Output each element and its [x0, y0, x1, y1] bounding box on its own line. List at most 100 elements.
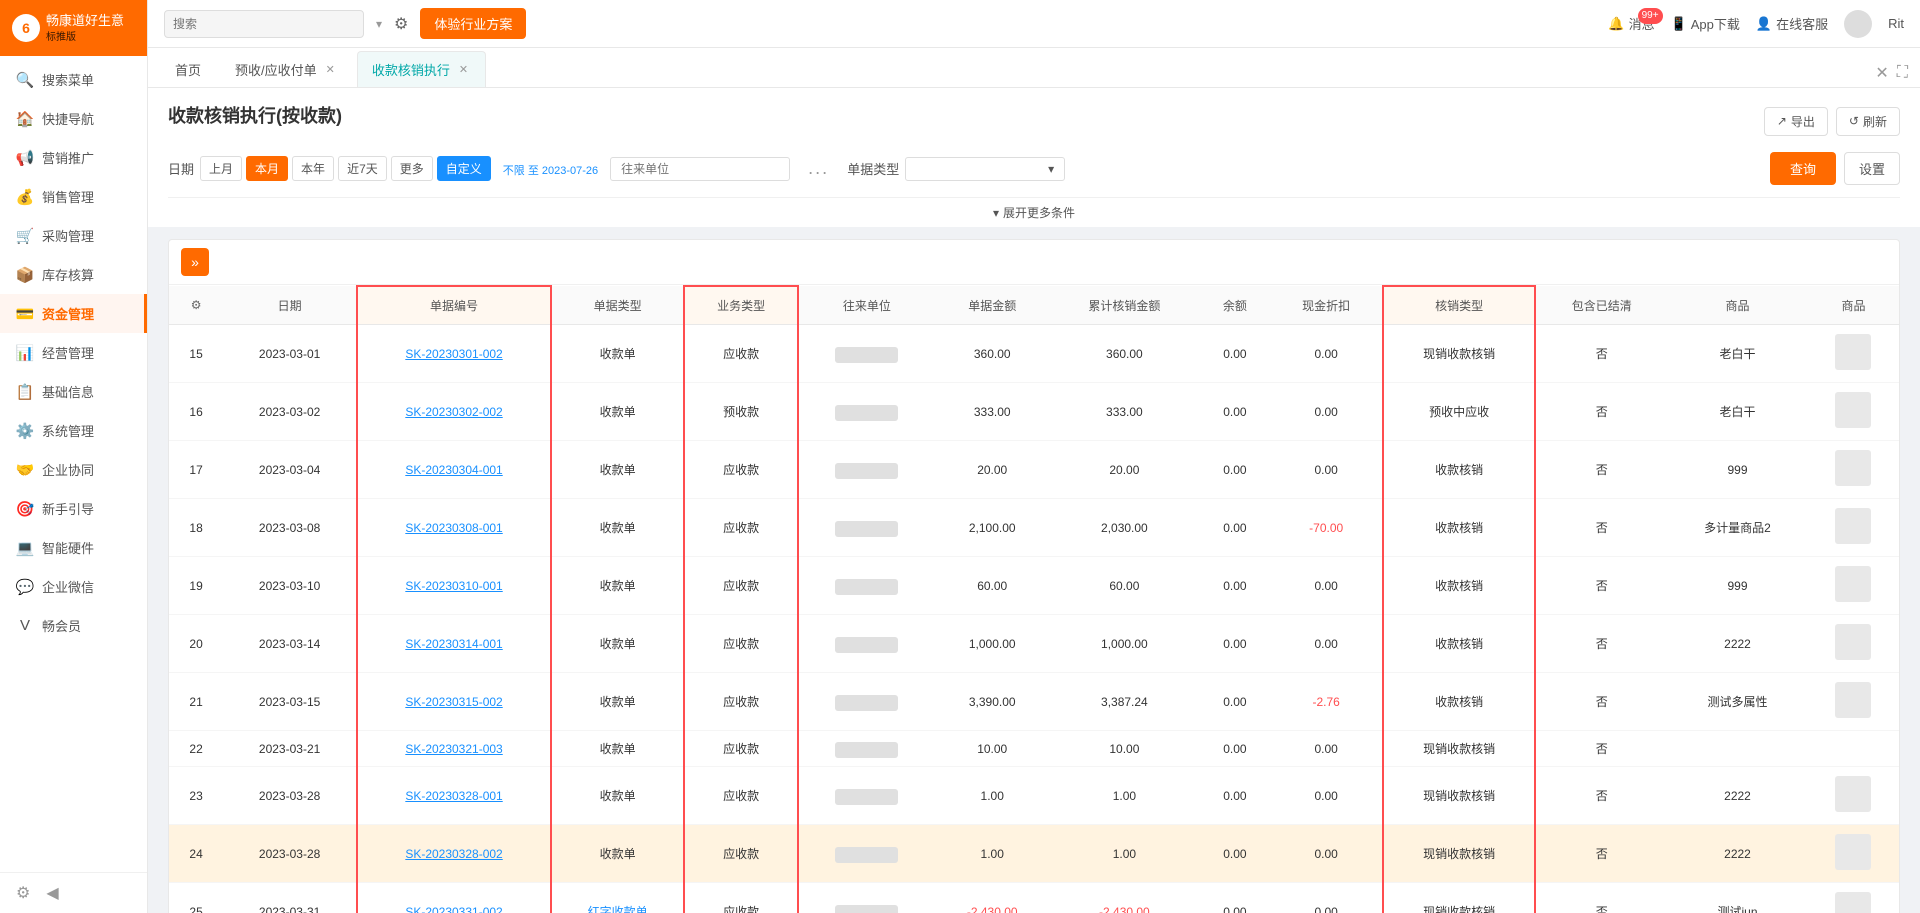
cell-voucher-type: 红字收款单: [551, 883, 684, 913]
cell-biz-type: 预收款: [684, 383, 798, 441]
voucher-link[interactable]: SK-20230328-001: [405, 789, 502, 803]
date-btn-custom[interactable]: 自定义: [437, 156, 491, 181]
sidebar-item-quick-nav[interactable]: 🏠 快捷导航: [0, 99, 147, 138]
expand-more-row[interactable]: ▾ 展开更多条件: [168, 197, 1900, 227]
sidebar-icon-quick-nav: 🏠: [16, 110, 34, 128]
cell-no: 18: [169, 499, 223, 557]
cell-amount: 1.00: [935, 825, 1050, 883]
voucher-link[interactable]: SK-20230310-001: [405, 579, 502, 593]
cell-product2: [1808, 383, 1899, 441]
topbar-search-input[interactable]: [164, 10, 364, 38]
notification-item[interactable]: 🔔 消息 99+: [1608, 14, 1654, 33]
online-service-label: 在线客服: [1776, 14, 1828, 33]
cell-partner: ████: [798, 499, 935, 557]
date-btn-4[interactable]: 更多: [391, 156, 433, 181]
cell-cash-discount: 0.00: [1271, 825, 1383, 883]
topbar-chevron-icon[interactable]: ▾: [376, 17, 382, 31]
sidebar-icon-purchase: 🛒: [16, 227, 34, 245]
sidebar-item-search-menu[interactable]: 🔍 搜索菜单: [0, 60, 147, 99]
cell-cumulative: 60.00: [1050, 557, 1199, 615]
th-balance: 余额: [1199, 286, 1271, 325]
cell-cash-discount: 0.00: [1271, 615, 1383, 673]
cell-balance: 0.00: [1199, 499, 1271, 557]
cell-product2: [1808, 731, 1899, 767]
voucher-link[interactable]: SK-20230314-001: [405, 637, 502, 651]
sidebar-item-finance[interactable]: 💳 资金管理: [0, 294, 147, 333]
sidebar-item-guide[interactable]: 🎯 新手引导: [0, 489, 147, 528]
th-cash-discount: 现金折扣: [1271, 286, 1383, 325]
cell-voucher-no: SK-20230331-002: [357, 883, 551, 913]
sidebar-item-hardware[interactable]: 💻 智能硬件: [0, 528, 147, 567]
app-download-item[interactable]: 📱 App下载: [1671, 14, 1740, 33]
tab-home[interactable]: 首页: [160, 51, 216, 87]
industry-solution-button[interactable]: 体验行业方案: [420, 8, 526, 39]
sidebar-item-marketing[interactable]: 📢 营销推广: [0, 138, 147, 177]
user-avatar[interactable]: [1844, 10, 1872, 38]
query-button[interactable]: 查询: [1770, 152, 1836, 185]
topbar-gear-icon[interactable]: ⚙: [394, 14, 408, 34]
sidebar-item-inventory[interactable]: 📦 库存核算: [0, 255, 147, 294]
cell-no: 15: [169, 325, 223, 383]
export-button[interactable]: ↗ 导出: [1764, 107, 1828, 136]
cell-biz-type: 应收款: [684, 673, 798, 731]
voucher-link[interactable]: SK-20230301-002: [405, 347, 502, 361]
sidebar-item-basic[interactable]: 📋 基础信息: [0, 372, 147, 411]
sidebar-label-member: 畅会员: [42, 616, 81, 635]
cell-product: 多计量商品2: [1667, 499, 1808, 557]
th-biz-type: 业务类型: [684, 286, 798, 325]
toolbar-expand-icon[interactable]: »: [181, 248, 209, 276]
cell-partner: ████: [798, 767, 935, 825]
voucher-link[interactable]: SK-20230304-001: [405, 463, 502, 477]
refresh-button[interactable]: ↺ 刷新: [1836, 107, 1900, 136]
voucher-link[interactable]: SK-20230321-003: [405, 742, 502, 756]
date-btn-2[interactable]: 本年: [292, 156, 334, 181]
voucher-link[interactable]: SK-20230315-002: [405, 695, 502, 709]
date-btn-3[interactable]: 近7天: [338, 156, 387, 181]
voucher-link[interactable]: SK-20230331-002: [405, 905, 502, 913]
voucher-link[interactable]: SK-20230302-002: [405, 405, 502, 419]
sidebar-item-sales[interactable]: 💰 销售管理: [0, 177, 147, 216]
cell-balance: 0.00: [1199, 825, 1271, 883]
date-btn-1[interactable]: 本月: [246, 156, 288, 181]
cell-cumulative: 20.00: [1050, 441, 1199, 499]
collapse-icon[interactable]: ◀: [46, 883, 58, 903]
cell-date: 2023-03-04: [223, 441, 357, 499]
cell-biz-type: 应收款: [684, 441, 798, 499]
sidebar-item-enterprise[interactable]: 🤝 企业协同: [0, 450, 147, 489]
tab-writeoff[interactable]: 收款核销执行✕: [357, 51, 486, 87]
date-btn-0[interactable]: 上月: [200, 156, 242, 181]
tabbar-maximize-icon[interactable]: ⛶: [1897, 64, 1908, 82]
more-filters-icon[interactable]: ...: [802, 158, 835, 179]
sidebar-icon-basic: 📋: [16, 383, 34, 401]
tab-close-receivable[interactable]: ✕: [323, 62, 338, 77]
online-service-item[interactable]: 👤 在线客服: [1756, 14, 1828, 33]
cell-no: 23: [169, 767, 223, 825]
cell-cumulative: 1,000.00: [1050, 615, 1199, 673]
setting-button[interactable]: 设置: [1844, 152, 1900, 185]
settings-icon[interactable]: ⚙: [16, 883, 30, 903]
cell-balance: 0.00: [1199, 883, 1271, 913]
sidebar-icon-search-menu: 🔍: [16, 71, 34, 89]
cell-balance: 0.00: [1199, 383, 1271, 441]
tab-close-writeoff[interactable]: ✕: [456, 62, 471, 77]
cell-partner: ████: [798, 825, 935, 883]
cell-date: 2023-03-02: [223, 383, 357, 441]
sidebar-item-operations[interactable]: 📊 经营管理: [0, 333, 147, 372]
sidebar-item-wechat[interactable]: 💬 企业微信: [0, 567, 147, 606]
table-row: 18 2023-03-08 SK-20230308-001 收款单 应收款 ██…: [169, 499, 1899, 557]
cell-writeoff-type: 现销收款核销: [1383, 325, 1536, 383]
voucher-link[interactable]: SK-20230328-002: [405, 847, 502, 861]
sidebar-item-system[interactable]: ⚙️ 系统管理: [0, 411, 147, 450]
th-gear[interactable]: ⚙: [169, 286, 223, 325]
sidebar-item-member[interactable]: V 畅会员: [0, 606, 147, 645]
voucher-link[interactable]: SK-20230308-001: [405, 521, 502, 535]
app-download-label: App下载: [1691, 14, 1740, 33]
cell-product: 2222: [1667, 767, 1808, 825]
tab-receivable[interactable]: 预收/应收付单✕: [220, 51, 353, 87]
sidebar-item-purchase[interactable]: 🛒 采购管理: [0, 216, 147, 255]
tabbar-close-icon[interactable]: ✕: [1875, 63, 1888, 83]
partner-input[interactable]: [610, 157, 790, 181]
cell-balance: 0.00: [1199, 673, 1271, 731]
voucher-type-select[interactable]: ▾: [905, 157, 1065, 181]
table-row: 23 2023-03-28 SK-20230328-001 收款单 应收款 ██…: [169, 767, 1899, 825]
